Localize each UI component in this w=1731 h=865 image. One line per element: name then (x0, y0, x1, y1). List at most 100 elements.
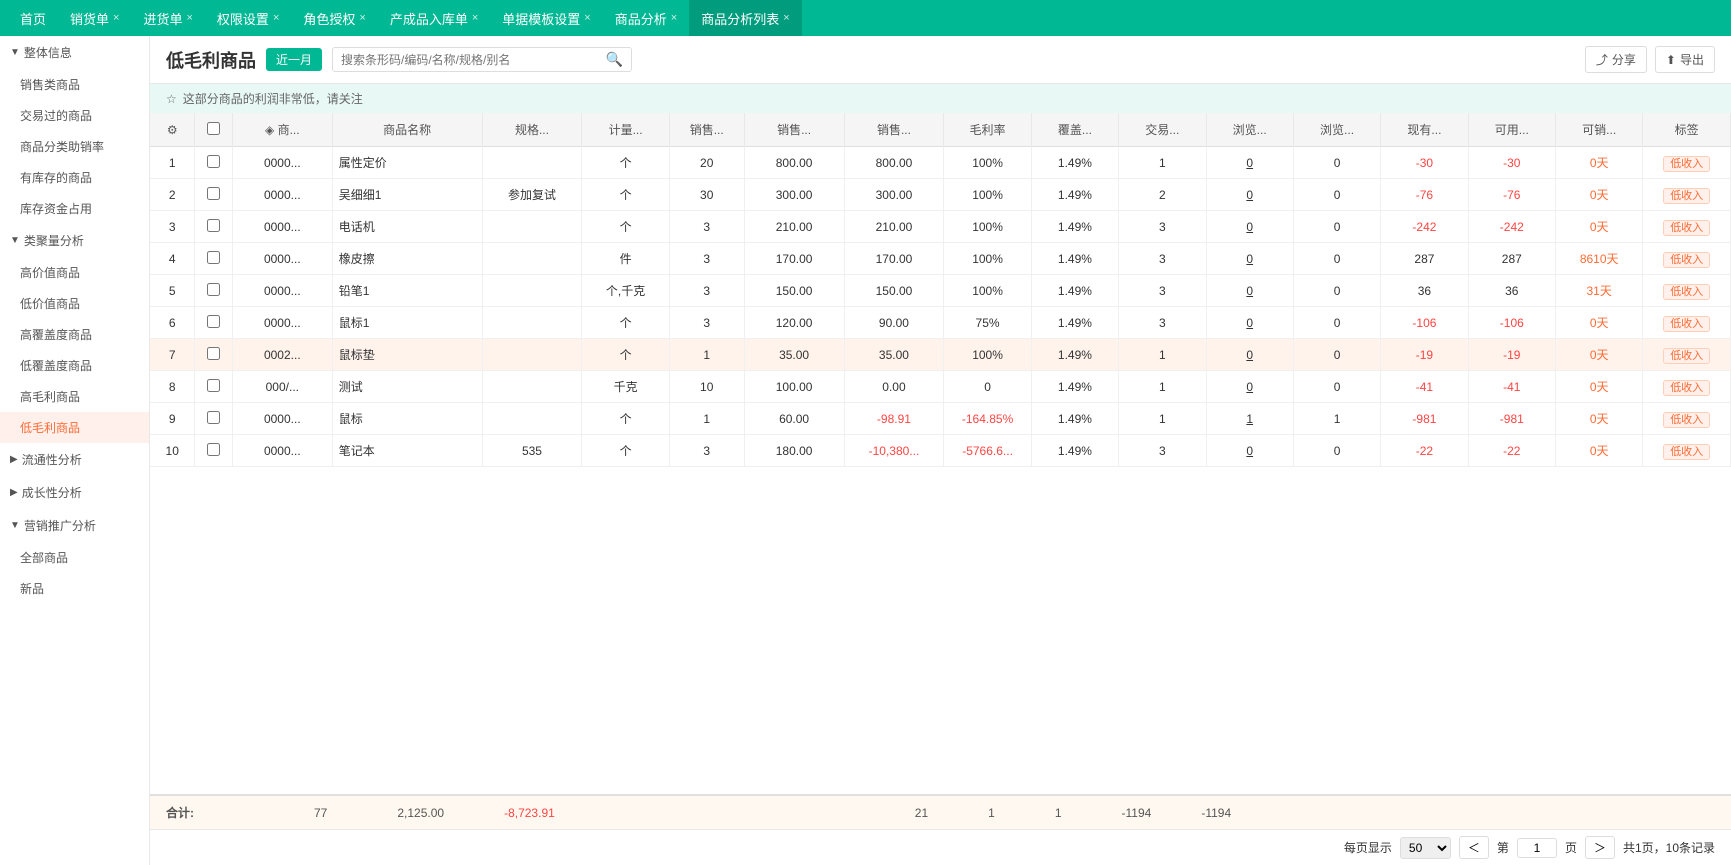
cell-profitrate: 100% (944, 147, 1031, 179)
nav-close-templates[interactable]: × (584, 12, 590, 24)
cell-coverage: 1.49% (1031, 403, 1118, 435)
sidebar-group-liquidity[interactable]: ▶ 流通性分析 (0, 443, 149, 476)
nav-close-analysis-list[interactable]: × (783, 12, 789, 24)
per-page-select[interactable]: 50 20 100 (1400, 837, 1451, 859)
cell-avail: -19 (1468, 339, 1555, 371)
search-input[interactable] (341, 53, 606, 67)
notice-icon: ☆ (166, 92, 177, 106)
footer-trade: 21 (915, 806, 928, 820)
share-button[interactable]: ⤴ 分享 (1585, 46, 1647, 73)
time-filter-button[interactable]: 近一月 (266, 48, 322, 71)
sidebar-item-low-value[interactable]: 低价值商品 (0, 288, 149, 319)
cell-seq: 8 (150, 371, 195, 403)
sidebar-group-marketing[interactable]: ▼ 营销推广分析 (0, 509, 149, 542)
row-checkbox[interactable] (207, 219, 220, 232)
footer-browse1: 1 (988, 806, 995, 820)
row-checkbox[interactable] (207, 347, 220, 360)
row-checkbox[interactable] (207, 187, 220, 200)
footer-salesprofit: -8,723.91 (504, 806, 555, 820)
sidebar-item-capital[interactable]: 库存资金占用 (0, 193, 149, 224)
search-box: 🔍 (332, 47, 632, 72)
cell-seq: 9 (150, 403, 195, 435)
cell-unit: 个 (582, 147, 669, 179)
nav-products[interactable]: 产成品入库单 × (378, 0, 490, 36)
nav-home[interactable]: 首页 (8, 0, 58, 36)
sidebar-item-all-goods[interactable]: 全部商品 (0, 542, 149, 573)
row-checkbox[interactable] (207, 411, 220, 424)
sidebar-item-low-margin[interactable]: 低毛利商品 (0, 412, 149, 443)
cell-avail: -30 (1468, 147, 1555, 179)
cell-browse1: 0 (1206, 211, 1293, 243)
cell-code: 0000... (232, 211, 332, 243)
cell-avail: -981 (1468, 403, 1555, 435)
row-checkbox[interactable] (207, 379, 220, 392)
sidebar-item-low-coverage[interactable]: 低覆盖度商品 (0, 350, 149, 381)
nav-close-roles[interactable]: × (359, 12, 365, 24)
cell-unit: 件 (582, 243, 669, 275)
cell-salesprice: 300.00 (744, 179, 844, 211)
cell-code: 0000... (232, 179, 332, 211)
cell-browse1: 0 (1206, 307, 1293, 339)
row-checkbox[interactable] (207, 251, 220, 264)
table-row: 9 0000... 鼠标 个 1 60.00 -98.91 -164.85% 1… (150, 403, 1731, 435)
cell-name: 鼠标1 (332, 307, 482, 339)
cell-stock: -19 (1381, 339, 1468, 371)
nav-close-analysis[interactable]: × (671, 12, 677, 24)
settings-icon[interactable]: ⚙ (167, 123, 178, 137)
sidebar-item-in-stock[interactable]: 有库存的商品 (0, 162, 149, 193)
cell-coverage: 1.49% (1031, 371, 1118, 403)
nav-templates[interactable]: 单据模板设置 × (490, 0, 602, 36)
nav-roles[interactable]: 角色授权 × (291, 0, 377, 36)
nav-permissions[interactable]: 权限设置 × (205, 0, 291, 36)
nav-analysis-list[interactable]: 商品分析列表 × (689, 0, 801, 36)
cell-stock: 36 (1381, 275, 1468, 307)
cell-saledays: 0天 (1556, 339, 1643, 371)
sidebar-item-high-value[interactable]: 高价值商品 (0, 257, 149, 288)
nav-purchase[interactable]: 进货单 × (131, 0, 204, 36)
chevron-right-icon-liquidity: ▶ (10, 454, 18, 465)
page-input[interactable] (1517, 838, 1557, 858)
share-icon: ⤴ (1596, 51, 1608, 68)
nav-analysis[interactable]: 商品分析 × (603, 0, 689, 36)
cell-check (195, 147, 232, 179)
export-button[interactable]: ⬆ 导出 (1655, 46, 1715, 73)
search-icon[interactable]: 🔍 (606, 51, 623, 68)
select-all-checkbox[interactable] (207, 122, 220, 135)
cell-trade: 3 (1119, 307, 1206, 339)
cell-code: 0002... (232, 339, 332, 371)
cell-salesqty: 20 (669, 147, 744, 179)
sidebar-group-cluster[interactable]: ▼ 类聚量分析 (0, 224, 149, 257)
next-page-button[interactable]: ＞ (1585, 836, 1615, 859)
cell-trade: 1 (1119, 339, 1206, 371)
row-checkbox[interactable] (207, 443, 220, 456)
row-checkbox[interactable] (207, 315, 220, 328)
cell-coverage: 1.49% (1031, 243, 1118, 275)
nav-close-purchase[interactable]: × (186, 12, 192, 24)
cell-spec: 参加复试 (482, 179, 582, 211)
nav-close-sales[interactable]: × (113, 12, 119, 24)
sidebar-item-new-goods[interactable]: 新品 (0, 573, 149, 604)
nav-sales[interactable]: 销货单 × (58, 0, 131, 36)
sidebar-item-high-margin[interactable]: 高毛利商品 (0, 381, 149, 412)
nav-close-products[interactable]: × (472, 12, 478, 24)
cell-unit: 个 (582, 403, 669, 435)
sidebar-item-sales-goods[interactable]: 销售类商品 (0, 69, 149, 100)
prev-page-button[interactable]: ＜ (1459, 836, 1489, 859)
cell-coverage: 1.49% (1031, 179, 1118, 211)
sidebar-group-overall[interactable]: ▼ 整体信息 (0, 36, 149, 69)
sidebar-group-growth[interactable]: ▶ 成长性分析 (0, 476, 149, 509)
cell-avail: -76 (1468, 179, 1555, 211)
row-checkbox[interactable] (207, 283, 220, 296)
cell-unit: 个 (582, 339, 669, 371)
row-checkbox[interactable] (207, 155, 220, 168)
col-tag-header: 标签 (1643, 113, 1731, 147)
col-browse2-header: 浏览... (1293, 113, 1380, 147)
cell-profitrate: 100% (944, 339, 1031, 371)
sidebar-item-category-rate[interactable]: 商品分类助销率 (0, 131, 149, 162)
cell-spec (482, 339, 582, 371)
cell-name: 鼠标 (332, 403, 482, 435)
sidebar-item-high-coverage[interactable]: 高覆盖度商品 (0, 319, 149, 350)
col-browse1-header: 浏览... (1206, 113, 1293, 147)
nav-close-permissions[interactable]: × (273, 12, 279, 24)
sidebar-item-traded-goods[interactable]: 交易过的商品 (0, 100, 149, 131)
